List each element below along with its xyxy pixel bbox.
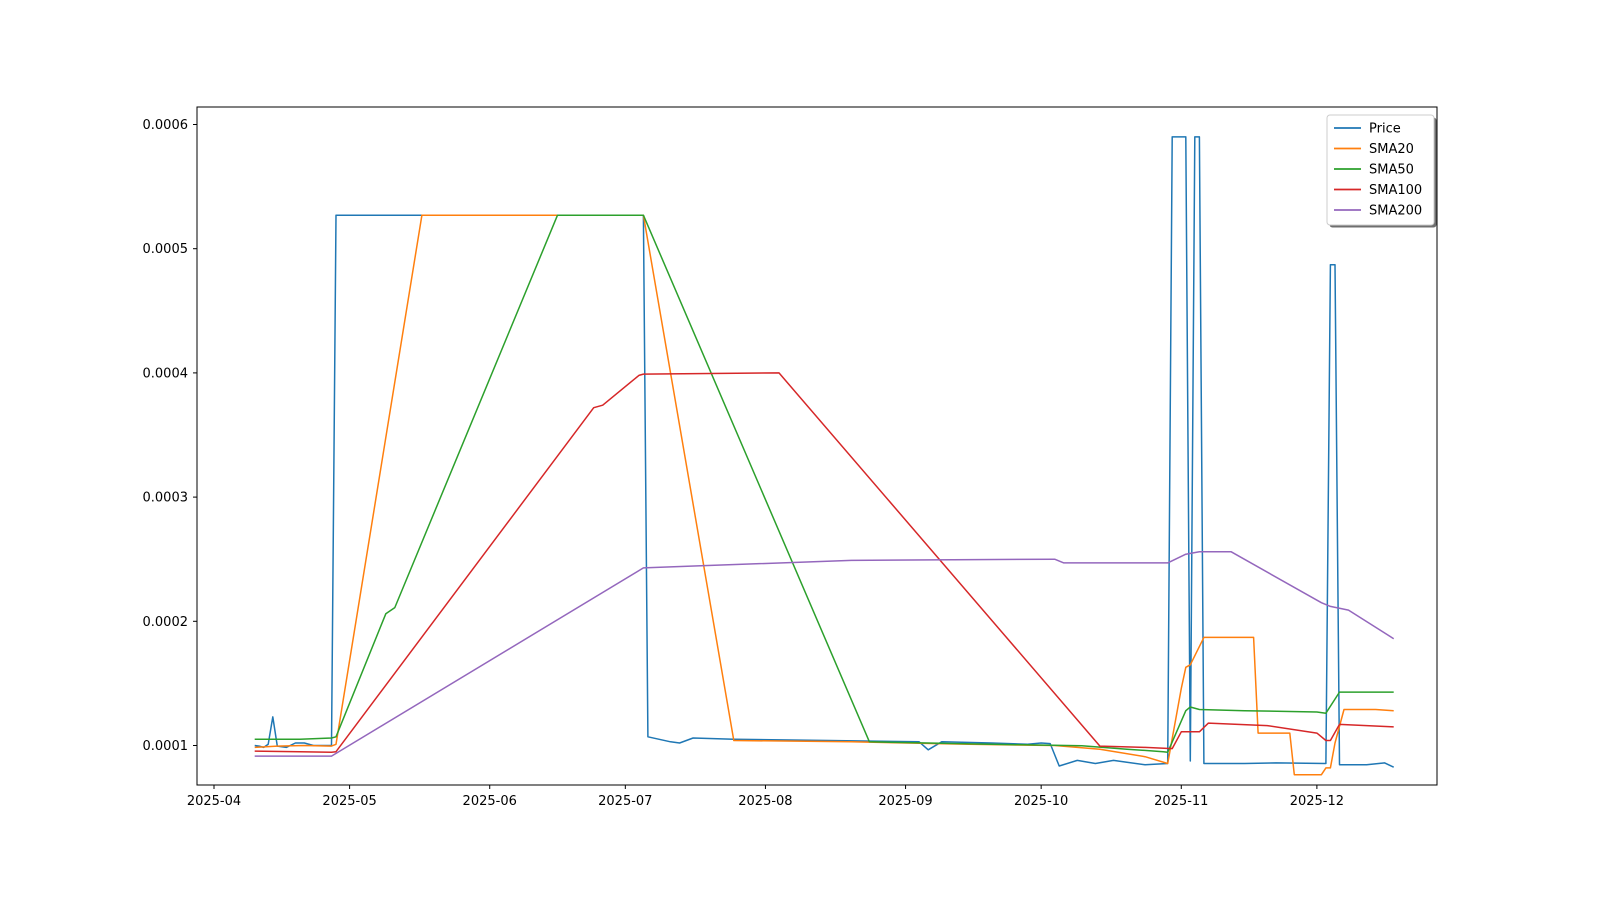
y-tick-label: 0.0005 bbox=[143, 242, 189, 257]
chart-canvas: 2025-04 2025-05 2025-06 2025-07 2025-08 2025-… bbox=[0, 0, 1600, 900]
y-tick-label: 0.0001 bbox=[143, 739, 189, 754]
legend-label-sma20: SMA20 bbox=[1369, 142, 1414, 157]
legend-label-sma200: SMA200 bbox=[1369, 204, 1422, 219]
y-tick-label: 0.0003 bbox=[143, 491, 189, 506]
y-tick-label: 0.0004 bbox=[143, 366, 189, 381]
legend-label-sma50: SMA50 bbox=[1369, 163, 1414, 178]
x-tick-label: 2025-12 bbox=[1290, 794, 1344, 809]
x-tick-label: 2025-06 bbox=[463, 794, 517, 809]
y-tick-label: 0.0006 bbox=[143, 118, 189, 133]
y-tick-label: 0.0002 bbox=[143, 615, 189, 630]
x-tick-label: 2025-05 bbox=[322, 794, 376, 809]
legend-label-sma100: SMA100 bbox=[1369, 183, 1422, 198]
x-tick-label: 2025-11 bbox=[1154, 794, 1208, 809]
x-tick-label: 2025-09 bbox=[878, 794, 932, 809]
chart-figure: 2025-04 2025-05 2025-06 2025-07 2025-08 2025-… bbox=[0, 0, 1600, 900]
legend-label-price: Price bbox=[1369, 122, 1401, 137]
x-tick-label: 2025-08 bbox=[738, 794, 792, 809]
x-tick-label: 2025-07 bbox=[598, 794, 652, 809]
legend: Price SMA20 SMA50 SMA100 SMA200 bbox=[1326, 114, 1437, 228]
x-tick-label: 2025-10 bbox=[1014, 794, 1068, 809]
x-tick-label: 2025-04 bbox=[187, 794, 241, 809]
